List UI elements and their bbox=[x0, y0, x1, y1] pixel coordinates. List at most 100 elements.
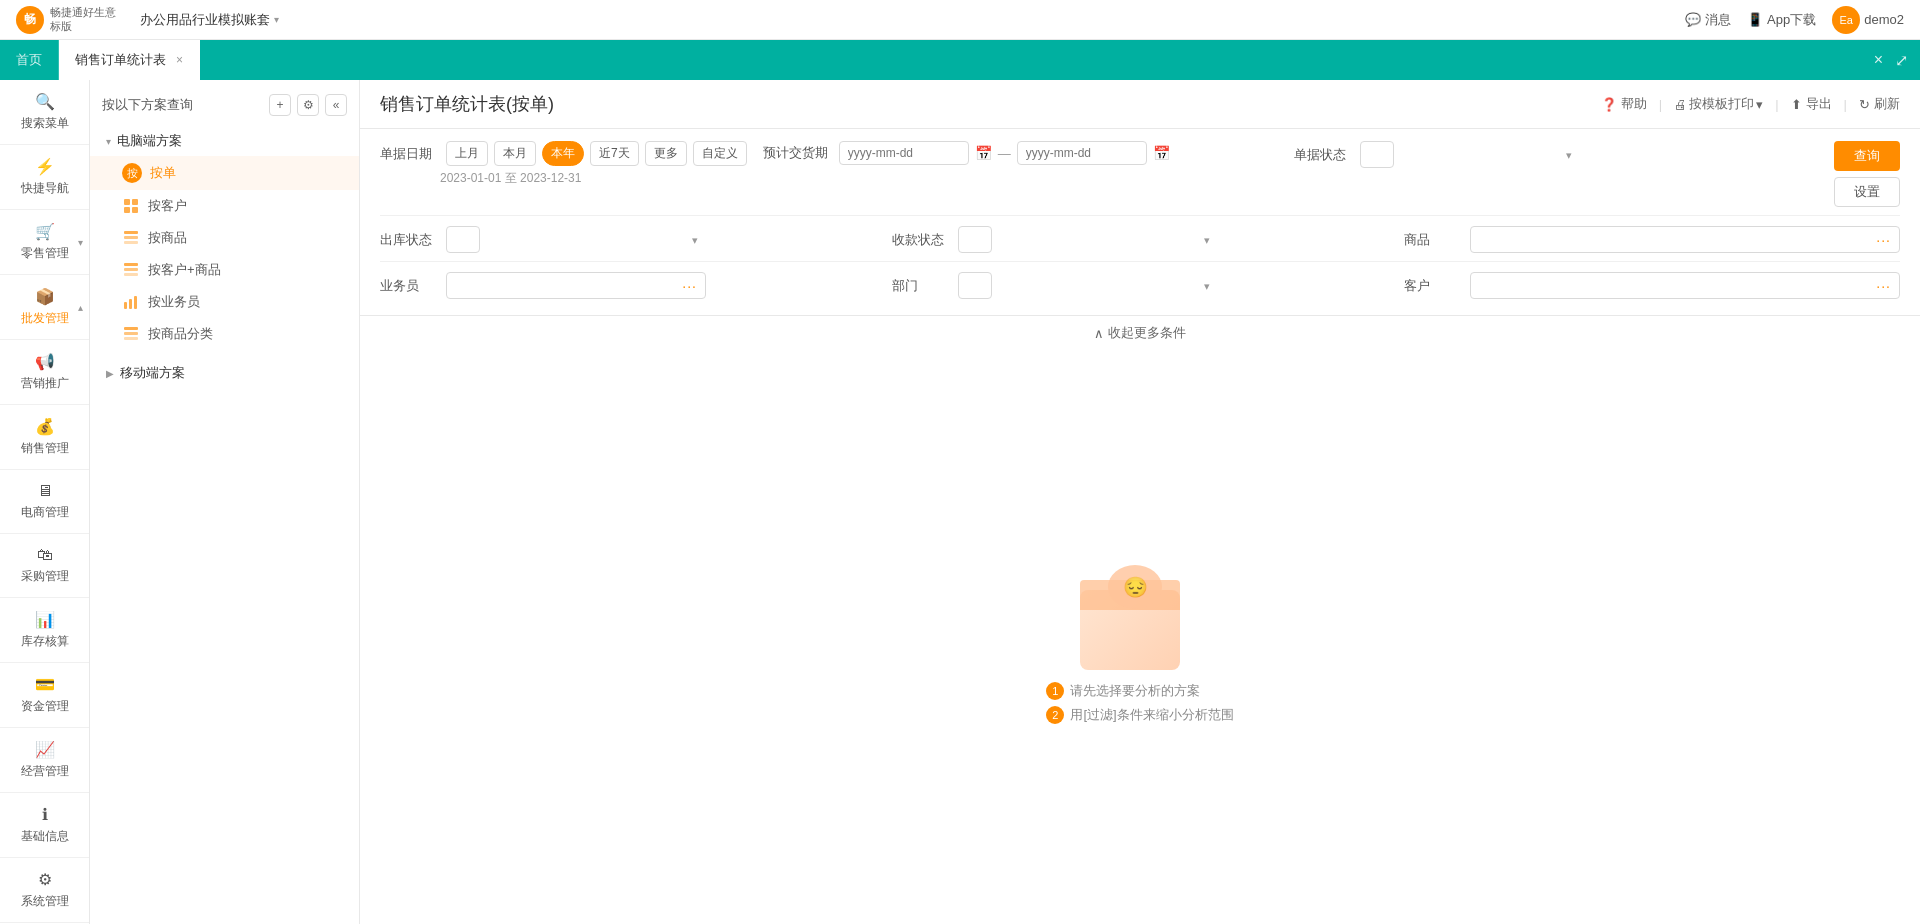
scheme-by-order[interactable]: 按 按单 bbox=[90, 156, 359, 190]
collapse-icon: ∧ bbox=[1094, 326, 1104, 341]
salesperson-more-icon[interactable]: ··· bbox=[674, 278, 705, 294]
message-button[interactable]: 💬 消息 bbox=[1685, 11, 1731, 29]
goods-input[interactable] bbox=[1471, 227, 1868, 252]
mobile-scheme-section: ▶ 移动端方案 bbox=[90, 354, 359, 392]
message-icon: 💬 bbox=[1685, 12, 1701, 27]
sidebar-item-retail[interactable]: 🛒 零售管理 ▾ bbox=[0, 210, 89, 275]
scheme-by-product[interactable]: 按商品 bbox=[90, 222, 359, 254]
mobile-scheme-header[interactable]: ▶ 移动端方案 bbox=[90, 358, 359, 388]
ship-status-select[interactable] bbox=[446, 226, 480, 253]
help-button[interactable]: ❓ 帮助 bbox=[1601, 95, 1647, 113]
settings-scheme-button[interactable]: ⚙ bbox=[297, 94, 319, 116]
tab-bar-actions: × ⤢ bbox=[1862, 40, 1920, 80]
search-icon: 🔍 bbox=[35, 92, 55, 111]
export-button[interactable]: ⬆ 导出 bbox=[1791, 95, 1832, 113]
scheme-by-customer-icon bbox=[122, 197, 140, 215]
svg-rect-15 bbox=[124, 337, 138, 340]
top-bar-left: 畅 畅捷通好生意 标版 办公用品行业模拟账套 ▾ bbox=[16, 6, 279, 34]
sidebar-item-sales[interactable]: 💰 销售管理 bbox=[0, 405, 89, 470]
user-menu-button[interactable]: Ea demo2 bbox=[1832, 6, 1904, 34]
salesperson-input[interactable] bbox=[447, 273, 674, 298]
svg-rect-2 bbox=[124, 207, 130, 213]
page-title: 销售订单统计表(按单) bbox=[380, 92, 554, 116]
mobile-section-arrow-icon: ▶ bbox=[106, 368, 114, 379]
date-7days-button[interactable]: 近7天 bbox=[590, 141, 639, 166]
dept-select[interactable] bbox=[958, 272, 992, 299]
sales-icon: 💰 bbox=[35, 417, 55, 436]
add-scheme-button[interactable]: + bbox=[269, 94, 291, 116]
sidebar-item-search-menu[interactable]: 🔍 搜索菜单 bbox=[0, 80, 89, 145]
system-icon: ⚙ bbox=[38, 870, 52, 889]
scheme-by-product-category-icon bbox=[122, 325, 140, 343]
svg-rect-7 bbox=[124, 263, 138, 266]
wholesale-arrow-icon: ▴ bbox=[78, 302, 83, 313]
app-title-arrow-icon[interactable]: ▾ bbox=[274, 14, 279, 25]
top-bar-right: 💬 消息 📱 App下载 Ea demo2 bbox=[1685, 6, 1904, 34]
sidebar: 🔍 搜索菜单 ⚡ 快捷导航 🛒 零售管理 ▾ 📦 批发管理 ▴ 📢 营销推广 💰… bbox=[0, 80, 90, 924]
sidebar-item-marketing[interactable]: 📢 营销推广 bbox=[0, 340, 89, 405]
svg-rect-8 bbox=[124, 268, 138, 271]
collapse-conditions-button[interactable]: ∧ 收起更多条件 bbox=[1094, 324, 1186, 342]
basic-icon: ℹ bbox=[42, 805, 48, 824]
forecast-date-to-input[interactable] bbox=[1017, 141, 1147, 165]
hint-num-2: 2 bbox=[1046, 706, 1064, 724]
tab-bar: 首页 销售订单统计表 × × ⤢ bbox=[0, 40, 1920, 80]
collapse-bar: ∧ 收起更多条件 bbox=[360, 315, 1920, 350]
forecast-date-from-input[interactable] bbox=[839, 141, 969, 165]
window-expand-icon[interactable]: ⤢ bbox=[1895, 51, 1908, 70]
svg-rect-13 bbox=[124, 327, 138, 330]
reset-button[interactable]: 设置 bbox=[1834, 177, 1900, 207]
sidebar-item-basic[interactable]: ℹ 基础信息 bbox=[0, 793, 89, 858]
date-custom-button[interactable]: 自定义 bbox=[693, 141, 747, 166]
download-icon: 📱 bbox=[1747, 12, 1763, 27]
app-title: 办公用品行业模拟账套 bbox=[140, 11, 270, 29]
forecast-date-label: 预计交货期 bbox=[763, 144, 833, 162]
window-close-icon[interactable]: × bbox=[1874, 51, 1883, 69]
customer-more-icon[interactable]: ··· bbox=[1868, 278, 1899, 294]
svg-rect-1 bbox=[132, 199, 138, 205]
svg-rect-5 bbox=[124, 236, 138, 239]
svg-rect-3 bbox=[132, 207, 138, 213]
date-filter-label: 单据日期 bbox=[380, 145, 440, 163]
forecast-from-calendar-icon[interactable]: 📅 bbox=[975, 145, 992, 161]
sidebar-item-quick-nav[interactable]: ⚡ 快捷导航 bbox=[0, 145, 89, 210]
receipt-status-select[interactable] bbox=[958, 226, 992, 253]
app-title-area: 办公用品行业模拟账套 ▾ bbox=[124, 11, 279, 29]
query-button[interactable]: 查询 bbox=[1834, 141, 1900, 171]
date-more-button[interactable]: 更多 bbox=[645, 141, 687, 166]
sidebar-item-operations[interactable]: 📈 经营管理 bbox=[0, 728, 89, 793]
scheme-by-customer-product[interactable]: 按客户+商品 bbox=[90, 254, 359, 286]
template-print-button[interactable]: 🖨 按模板打印 ▾ bbox=[1674, 95, 1763, 113]
date-this-month-button[interactable]: 本月 bbox=[494, 141, 536, 166]
pc-scheme-section: ▾ 电脑端方案 按 按单 按 bbox=[90, 122, 359, 354]
sidebar-item-inventory[interactable]: 📊 库存核算 bbox=[0, 598, 89, 663]
goods-more-icon[interactable]: ··· bbox=[1868, 232, 1899, 248]
sidebar-item-finance[interactable]: 💳 资金管理 bbox=[0, 663, 89, 728]
collapse-panel-button[interactable]: « bbox=[325, 94, 347, 116]
svg-rect-10 bbox=[124, 302, 127, 309]
refresh-button[interactable]: ↻ 刷新 bbox=[1859, 95, 1900, 113]
tab-sales-order[interactable]: 销售订单统计表 × bbox=[59, 40, 200, 80]
tab-close-icon[interactable]: × bbox=[176, 53, 183, 67]
refresh-icon: ↻ bbox=[1859, 97, 1870, 112]
filter-section: 单据日期 上月 本月 本年 近7天 更多 自定义 2023-01-01 至 20… bbox=[360, 129, 1920, 315]
salesperson-label: 业务员 bbox=[380, 277, 440, 295]
retail-arrow-icon: ▾ bbox=[78, 237, 83, 248]
tab-home[interactable]: 首页 bbox=[0, 40, 59, 80]
sidebar-item-ecommerce[interactable]: 🖥 电商管理 bbox=[0, 470, 89, 534]
date-prev-month-button[interactable]: 上月 bbox=[446, 141, 488, 166]
forecast-to-calendar-icon[interactable]: 📅 bbox=[1153, 145, 1170, 161]
customer-input[interactable] bbox=[1471, 273, 1868, 298]
scheme-by-customer[interactable]: 按客户 bbox=[90, 190, 359, 222]
scheme-by-salesperson-icon bbox=[122, 293, 140, 311]
panel-header: 按以下方案查询 + ⚙ « bbox=[90, 88, 359, 122]
scheme-by-salesperson[interactable]: 按业务员 bbox=[90, 286, 359, 318]
date-this-year-button[interactable]: 本年 bbox=[542, 141, 584, 166]
sidebar-item-system[interactable]: ⚙ 系统管理 bbox=[0, 858, 89, 923]
doc-status-select[interactable] bbox=[1360, 141, 1394, 168]
sidebar-item-purchase[interactable]: 🛍 采购管理 bbox=[0, 534, 89, 598]
pc-scheme-header[interactable]: ▾ 电脑端方案 bbox=[90, 126, 359, 156]
app-download-button[interactable]: 📱 App下载 bbox=[1747, 11, 1816, 29]
scheme-by-product-category[interactable]: 按商品分类 bbox=[90, 318, 359, 350]
sidebar-item-wholesale[interactable]: 📦 批发管理 ▴ bbox=[0, 275, 89, 340]
